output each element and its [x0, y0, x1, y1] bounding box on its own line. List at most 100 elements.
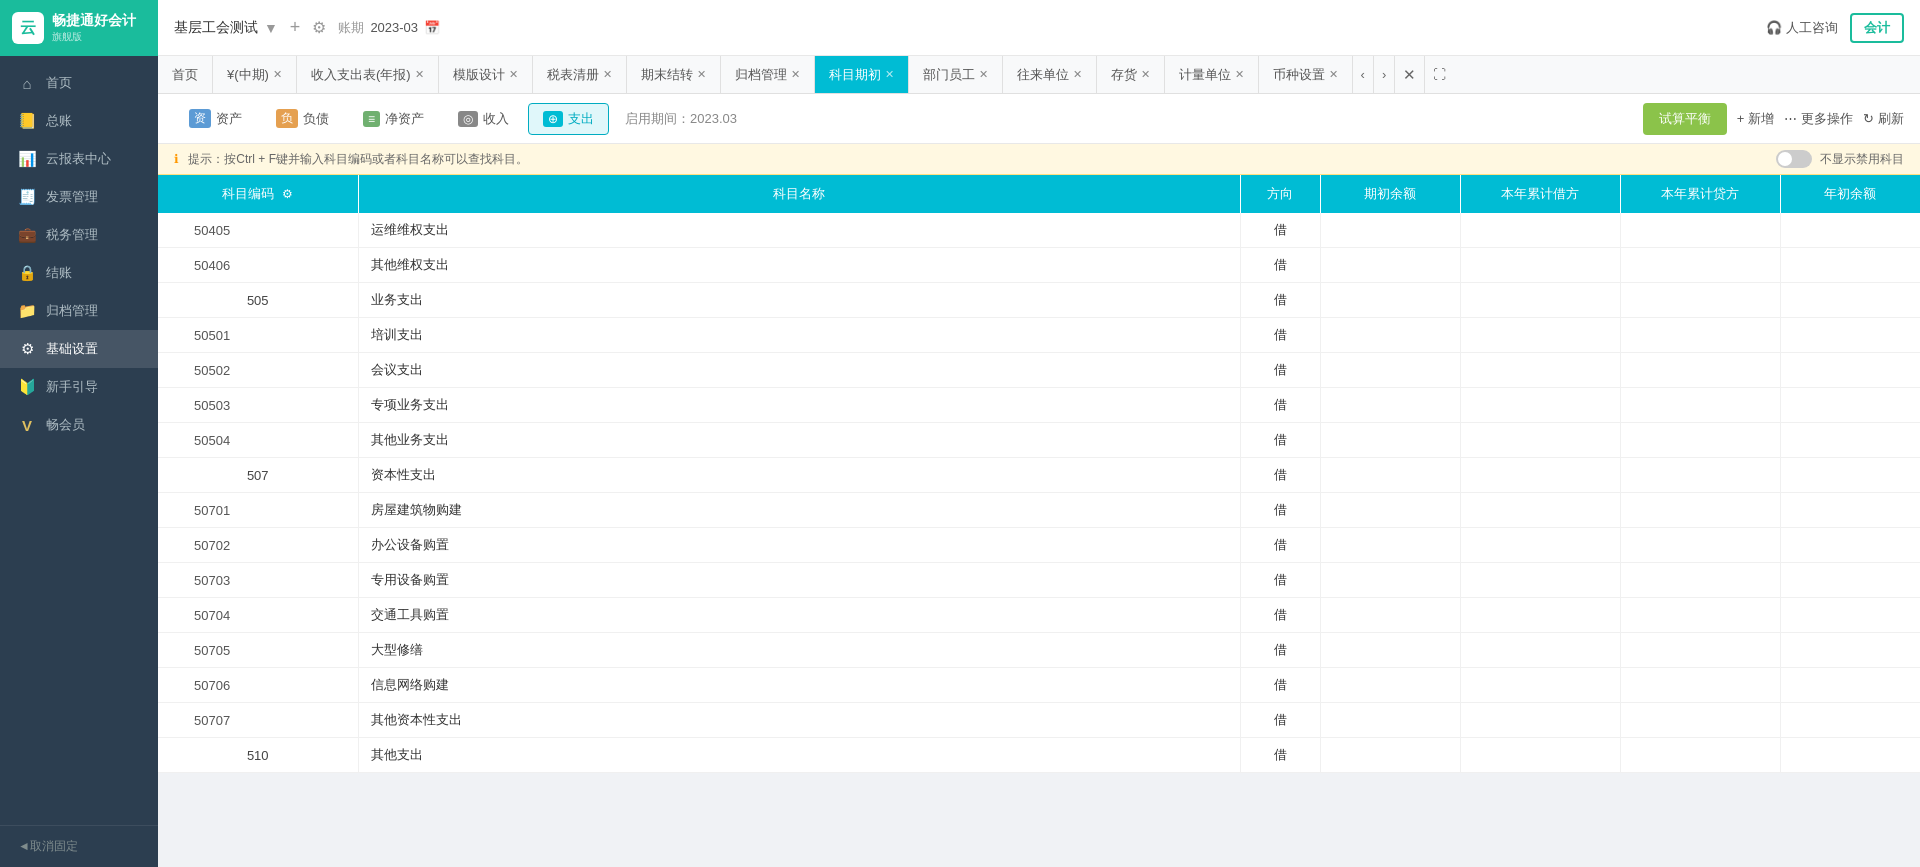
tab-tax-clear[interactable]: 税表清册 ✕	[533, 56, 627, 93]
tab-contacts[interactable]: 往来单位 ✕	[1003, 56, 1097, 93]
tab-expand-btn[interactable]: ⛶	[1425, 56, 1454, 93]
table-row[interactable]: 50705大型修缮借	[158, 633, 1920, 668]
table-row[interactable]: 50504其他业务支出借	[158, 423, 1920, 458]
add-new-btn[interactable]: + 新增	[1737, 110, 1774, 128]
table-row[interactable]: 507资本性支出借	[158, 458, 1920, 493]
sidebar-item-tax[interactable]: 💼 税务管理	[0, 216, 158, 254]
tab-close-archive[interactable]: ✕	[791, 68, 800, 81]
tab-template[interactable]: 模版设计 ✕	[439, 56, 533, 93]
cell-ytd-debit	[1460, 738, 1620, 773]
more-ops-btn[interactable]: ⋯ 更多操作	[1784, 110, 1853, 128]
table-row[interactable]: 50704交通工具购置借	[158, 598, 1920, 633]
table-row[interactable]: 510其他支出借	[158, 738, 1920, 773]
subtab-equity[interactable]: ≡ 净资产	[348, 103, 439, 135]
disable-toggle[interactable]: 不显示禁用科目	[1776, 150, 1904, 168]
table-row[interactable]: 50702办公设备购置借	[158, 528, 1920, 563]
cell-ytd-credit	[1620, 458, 1780, 493]
toggle-switch-control[interactable]	[1776, 150, 1812, 168]
tab-close-currency[interactable]: ✕	[1329, 68, 1338, 81]
tab-unit[interactable]: 计量单位 ✕	[1165, 56, 1259, 93]
invoice-icon: 🧾	[18, 188, 36, 206]
tab-close-all-btn[interactable]: ✕	[1395, 56, 1425, 93]
tab-close-period-end[interactable]: ✕	[697, 68, 706, 81]
sidebar-item-close[interactable]: 🔒 结账	[0, 254, 158, 292]
account-btn[interactable]: 会计	[1850, 13, 1904, 43]
cell-year-balance	[1780, 633, 1920, 668]
table-row[interactable]: 505业务支出借	[158, 283, 1920, 318]
cell-ytd-credit	[1620, 703, 1780, 738]
cell-ytd-debit	[1460, 213, 1620, 248]
table-row[interactable]: 50405运维维权支出借	[158, 213, 1920, 248]
cell-ytd-debit	[1460, 353, 1620, 388]
table-row[interactable]: 50703专用设备购置借	[158, 563, 1920, 598]
tab-close-income[interactable]: ✕	[415, 68, 424, 81]
tab-close-tax[interactable]: ✕	[603, 68, 612, 81]
subtab-liability[interactable]: 负 负债	[261, 102, 344, 135]
help-btn[interactable]: 🎧 人工咨询	[1766, 19, 1838, 37]
cell-code: 505	[158, 283, 358, 318]
cell-ytd-credit	[1620, 528, 1780, 563]
tab-archive[interactable]: 归档管理 ✕	[721, 56, 815, 93]
sidebar-item-member[interactable]: V 畅会员	[0, 406, 158, 444]
sidebar-item-archive[interactable]: 📁 归档管理	[0, 292, 158, 330]
table-row[interactable]: 50503专项业务支出借	[158, 388, 1920, 423]
cell-opening-balance	[1320, 213, 1460, 248]
calendar-icon[interactable]: 📅	[424, 20, 440, 35]
tab-close-inventory[interactable]: ✕	[1141, 68, 1150, 81]
table-row[interactable]: 50501培训支出借	[158, 318, 1920, 353]
tab-period-end[interactable]: 期末结转 ✕	[627, 56, 721, 93]
header-name: 科目名称	[358, 175, 1240, 213]
topbar-right: 🎧 人工咨询 会计	[1766, 13, 1904, 43]
tab-subject-init[interactable]: 科目期初 ✕	[815, 56, 909, 93]
tab-close-template[interactable]: ✕	[509, 68, 518, 81]
tab-dept[interactable]: 部门员工 ✕	[909, 56, 1003, 93]
topbar-add-btn[interactable]: +	[290, 17, 301, 38]
tab-home[interactable]: 首页	[158, 56, 213, 93]
sidebar-item-ledger[interactable]: 📒 总账	[0, 102, 158, 140]
topbar-settings-btn[interactable]: ⚙	[312, 18, 326, 37]
sidebar-item-reports[interactable]: 📊 云报表中心	[0, 140, 158, 178]
tab-prev-btn[interactable]: ‹	[1353, 56, 1374, 93]
sidebar-item-guide[interactable]: 🔰 新手引导	[0, 368, 158, 406]
cell-opening-balance	[1320, 353, 1460, 388]
cell-opening-balance	[1320, 738, 1460, 773]
archive-icon: 📁	[18, 302, 36, 320]
income-icon: ◎	[458, 111, 478, 127]
tab-inventory[interactable]: 存货 ✕	[1097, 56, 1165, 93]
sidebar-collapse-btn[interactable]: ◄取消固定	[0, 825, 158, 867]
subtab-expense[interactable]: ⊕ 支出	[528, 103, 609, 135]
period-label: 账期	[338, 19, 364, 37]
table-row[interactable]: 50502会议支出借	[158, 353, 1920, 388]
subtab-asset[interactable]: 资 资产	[174, 102, 257, 135]
refresh-btn[interactable]: ↻ 刷新	[1863, 110, 1904, 128]
tab-close-unit[interactable]: ✕	[1235, 68, 1244, 81]
cell-code: 507	[158, 458, 358, 493]
table-scroll[interactable]: 科目编码 ⚙ 科目名称 方向 期初余额 本年累计借方 本年累计贷方 年初余额 5	[158, 175, 1920, 867]
cell-name: 房屋建筑物购建	[358, 493, 1240, 528]
cell-ytd-debit	[1460, 248, 1620, 283]
tab-close-interim[interactable]: ✕	[273, 68, 282, 81]
tab-income[interactable]: 收入支出表(年报) ✕	[297, 56, 439, 93]
subtab-income[interactable]: ◎ 收入	[443, 103, 524, 135]
cell-name: 运维维权支出	[358, 213, 1240, 248]
tab-close-subject[interactable]: ✕	[885, 68, 894, 81]
table-row[interactable]: 50706信息网络购建借	[158, 668, 1920, 703]
column-settings-icon[interactable]: ⚙	[282, 187, 293, 201]
trial-balance-btn[interactable]: 试算平衡	[1643, 103, 1727, 135]
table-row[interactable]: 50406其他维权支出借	[158, 248, 1920, 283]
sidebar-item-invoice[interactable]: 🧾 发票管理	[0, 178, 158, 216]
tab-next-btn[interactable]: ›	[1374, 56, 1395, 93]
tab-interim[interactable]: ¥(中期) ✕	[213, 56, 297, 93]
table-row[interactable]: 50707其他资本性支出借	[158, 703, 1920, 738]
tab-currency[interactable]: 币种设置 ✕	[1259, 56, 1353, 93]
table-row[interactable]: 50701房屋建筑物购建借	[158, 493, 1920, 528]
topbar-project[interactable]: 基层工会测试 ▼	[174, 19, 278, 37]
cell-direction: 借	[1240, 353, 1320, 388]
tab-close-dept[interactable]: ✕	[979, 68, 988, 81]
cell-code: 50705	[158, 633, 358, 668]
cell-name: 交通工具购置	[358, 598, 1240, 633]
sidebar-item-home[interactable]: ⌂ 首页	[0, 64, 158, 102]
cell-ytd-debit	[1460, 318, 1620, 353]
sidebar-item-settings[interactable]: ⚙ 基础设置	[0, 330, 158, 368]
tab-close-contacts[interactable]: ✕	[1073, 68, 1082, 81]
